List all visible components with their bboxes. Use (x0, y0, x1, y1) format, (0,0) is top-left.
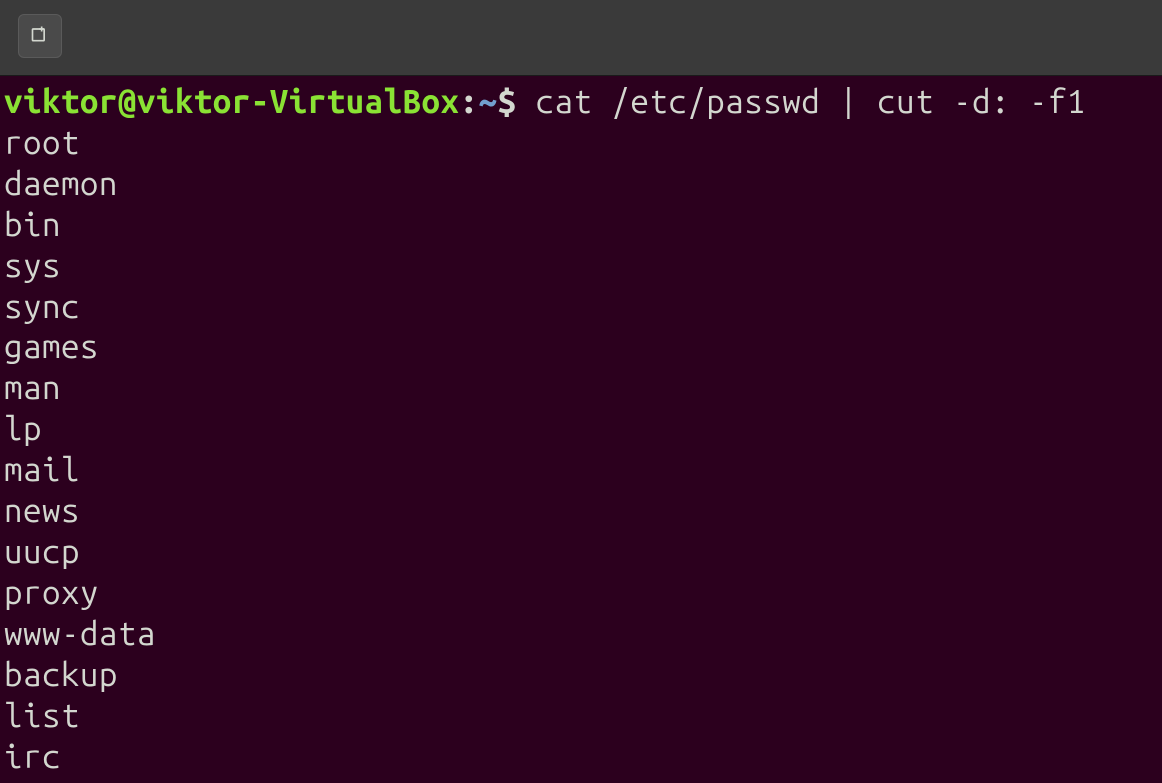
output-line: backup (4, 655, 1158, 696)
prompt-line: viktor@viktor-VirtualBox:~$ cat /etc/pas… (4, 82, 1158, 123)
output-container: rootdaemonbinsyssyncgamesmanlpmailnewsuu… (4, 123, 1158, 778)
titlebar (0, 0, 1162, 76)
output-line: man (4, 368, 1158, 409)
command-text: cat /etc/passwd | cut -d: -f1 (535, 83, 1085, 120)
terminal-body[interactable]: viktor@viktor-VirtualBox:~$ cat /etc/pas… (0, 76, 1162, 783)
output-line: news (4, 491, 1158, 532)
new-tab-button[interactable] (18, 14, 62, 58)
output-line: bin (4, 205, 1158, 246)
output-line: mail (4, 450, 1158, 491)
output-line: lp (4, 409, 1158, 450)
new-tab-icon (30, 24, 50, 48)
prompt-colon: : (460, 83, 479, 120)
prompt-dollar: $ (498, 83, 536, 120)
output-line: daemon (4, 164, 1158, 205)
output-line: root (4, 123, 1158, 164)
output-line: list (4, 696, 1158, 737)
prompt-path: ~ (479, 83, 498, 120)
output-line: sync (4, 287, 1158, 328)
output-line: proxy (4, 573, 1158, 614)
prompt-user-host: viktor@viktor-VirtualBox (4, 83, 460, 120)
output-line: uucp (4, 532, 1158, 573)
output-line: games (4, 327, 1158, 368)
output-line: irc (4, 737, 1158, 778)
output-line: sys (4, 246, 1158, 287)
output-line: www-data (4, 614, 1158, 655)
